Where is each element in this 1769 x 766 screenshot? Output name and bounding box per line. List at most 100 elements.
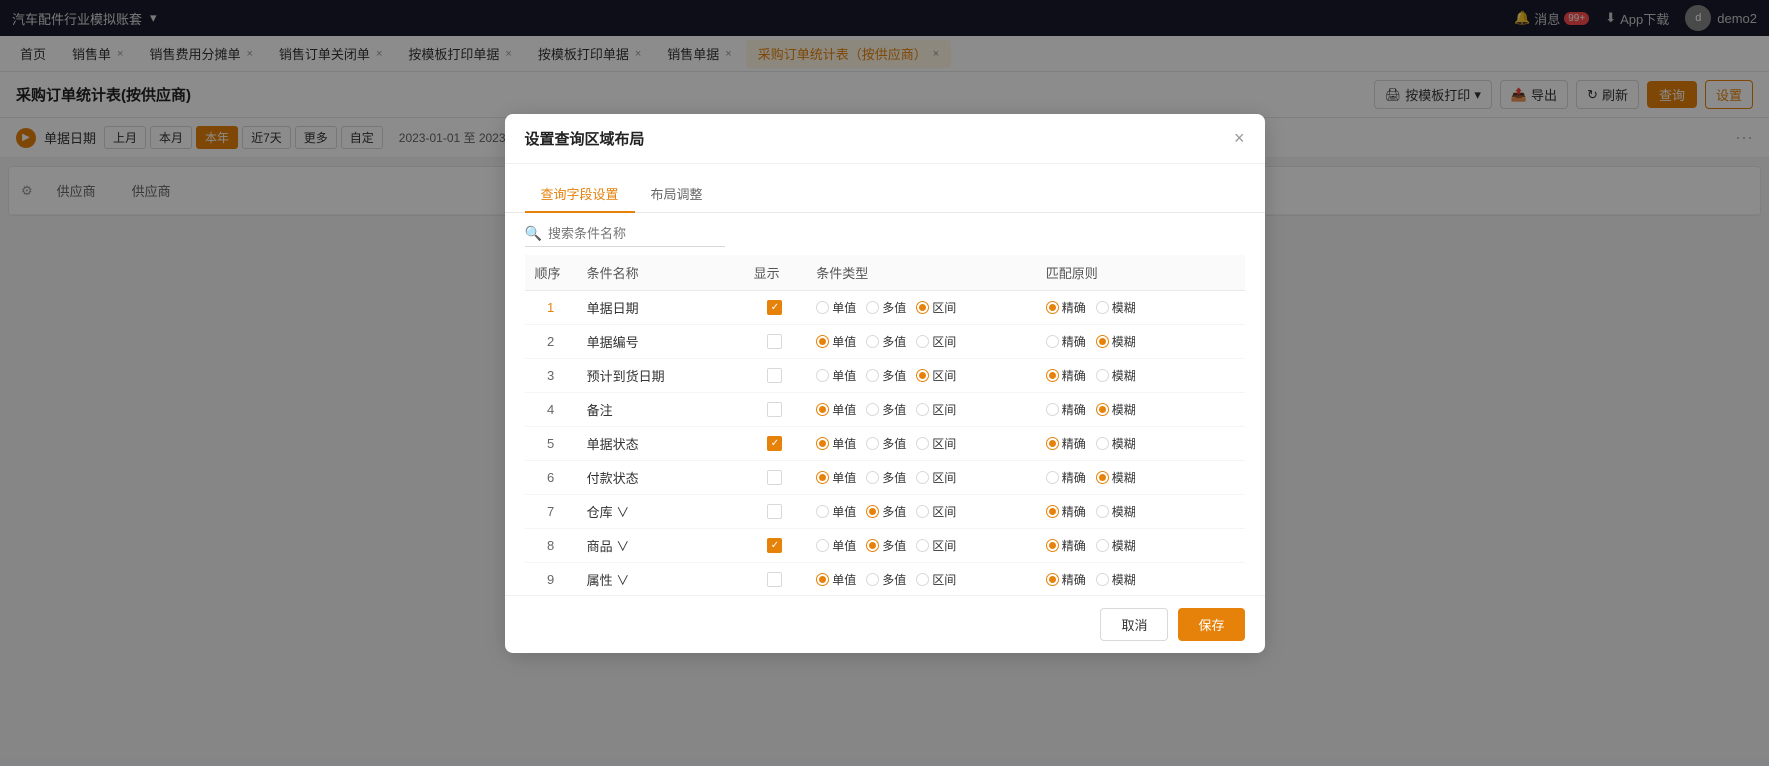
display-checkbox[interactable] (767, 504, 782, 519)
seq-cell: 1 (525, 290, 577, 324)
radio-circle (1046, 403, 1059, 416)
display-cell[interactable] (744, 358, 807, 392)
type-radio-item[interactable]: 多值 (866, 435, 906, 452)
display-checkbox[interactable]: ✓ (767, 436, 782, 451)
display-cell[interactable] (744, 494, 807, 528)
type-radio-item[interactable]: 单值 (816, 503, 856, 520)
match-cell: 精确模糊 (1036, 494, 1245, 528)
display-cell[interactable] (744, 324, 807, 358)
radio-circle (916, 539, 929, 552)
display-checkbox[interactable] (767, 334, 782, 349)
display-cell[interactable]: ✓ (744, 528, 807, 562)
display-checkbox[interactable] (767, 402, 782, 417)
radio-circle (1096, 301, 1109, 314)
type-radio-item[interactable]: 单值 (816, 333, 856, 350)
type-cell: 单值多值 区间 (806, 528, 1036, 562)
save-button[interactable]: 保存 (1178, 608, 1244, 641)
modal-search-area: 🔍 (505, 213, 1265, 255)
match-radio-item[interactable]: 模糊 (1096, 503, 1136, 520)
type-radio-item[interactable]: 多值 (866, 469, 906, 486)
type-radio-item[interactable]: 单值 (816, 537, 856, 554)
display-checkbox[interactable] (767, 470, 782, 485)
table-row: 9属性 ∨单值多值区间精确模糊 (525, 562, 1245, 595)
type-radio-item[interactable]: 单值 (816, 299, 856, 316)
modal-tab-layout[interactable]: 布局调整 (635, 176, 719, 213)
display-cell[interactable] (744, 562, 807, 595)
display-cell[interactable] (744, 392, 807, 426)
type-radio-item[interactable]: 区间 (916, 503, 956, 520)
type-radio-item[interactable]: 单值 (816, 367, 856, 384)
type-radio-item[interactable]: 区间 (916, 333, 956, 350)
match-radio-item[interactable]: 精确 (1046, 299, 1086, 316)
modal-tab-query-fields[interactable]: 查询字段设置 (525, 176, 635, 213)
radio-circle (1046, 573, 1059, 586)
display-checkbox[interactable]: ✓ (767, 300, 782, 315)
radio-circle (1046, 505, 1059, 518)
radio-circle (1046, 539, 1059, 552)
type-radio-item[interactable]: 单值 (816, 401, 856, 418)
cancel-button[interactable]: 取消 (1100, 608, 1168, 641)
radio-label: 区间 (932, 435, 956, 452)
modal-close-button[interactable]: × (1234, 129, 1245, 147)
radio-circle (1046, 335, 1059, 348)
type-radio-item[interactable]: 多值 (866, 401, 906, 418)
seq-cell: 8 (525, 528, 577, 562)
type-radio-item[interactable]: 区间 (916, 537, 956, 554)
radio-label: 精确 (1062, 401, 1086, 418)
display-cell[interactable] (744, 460, 807, 494)
match-radio-item[interactable]: 模糊 (1096, 537, 1136, 554)
radio-circle (916, 437, 929, 450)
display-checkbox[interactable] (767, 572, 782, 587)
type-radio-item[interactable]: 区间 (916, 367, 956, 384)
match-radio-item[interactable]: 精确 (1046, 367, 1086, 384)
search-input[interactable] (548, 226, 708, 241)
match-radio-item[interactable]: 模糊 (1096, 571, 1136, 588)
match-radio-item[interactable]: 模糊 (1096, 367, 1136, 384)
match-radio-item[interactable]: 精确 (1046, 435, 1086, 452)
type-radio-item[interactable]: 多值 (866, 333, 906, 350)
radio-label: 模糊 (1112, 367, 1136, 384)
match-radio-item[interactable]: 精确 (1046, 537, 1086, 554)
radio-label: 精确 (1062, 333, 1086, 350)
match-radio-item[interactable]: 模糊 (1096, 469, 1136, 486)
display-cell[interactable]: ✓ (744, 426, 807, 460)
display-checkbox[interactable] (767, 368, 782, 383)
radio-circle (866, 539, 879, 552)
radio-circle (916, 403, 929, 416)
seq-cell: 7 (525, 494, 577, 528)
match-radio-item[interactable]: 模糊 (1096, 299, 1136, 316)
type-radio-item[interactable]: 多值 (866, 537, 906, 554)
table-row: 4备注单值多值区间精确模糊 (525, 392, 1245, 426)
match-radio-item[interactable]: 模糊 (1096, 435, 1136, 452)
type-radio-item[interactable]: 单值 (816, 435, 856, 452)
type-radio-item[interactable]: 多值 (866, 571, 906, 588)
type-radio-item[interactable]: 单值 (816, 571, 856, 588)
display-checkbox[interactable]: ✓ (767, 538, 782, 553)
type-radio-item[interactable]: 区间 (916, 299, 956, 316)
match-radio-item[interactable]: 精确 (1046, 469, 1086, 486)
radio-label: 区间 (932, 333, 956, 350)
match-radio-item[interactable]: 模糊 (1096, 333, 1136, 350)
type-radio-item[interactable]: 单值 (816, 469, 856, 486)
type-radio-item[interactable]: 区间 (916, 571, 956, 588)
match-radio-item[interactable]: 精确 (1046, 503, 1086, 520)
table-row: 8商品 ∨✓单值多值区间精确模糊 (525, 528, 1245, 562)
radio-label: 区间 (932, 537, 956, 554)
radio-circle (816, 335, 829, 348)
radio-label: 多值 (882, 299, 906, 316)
type-radio-item[interactable]: 区间 (916, 401, 956, 418)
table-row: 7仓库 ∨单值多值区间精确模糊 (525, 494, 1245, 528)
match-radio-item[interactable]: 精确 (1046, 401, 1086, 418)
type-radio-item[interactable]: 区间 (916, 435, 956, 452)
match-radio-item[interactable]: 模糊 (1096, 401, 1136, 418)
type-radio-item[interactable]: 多值 (866, 503, 906, 520)
radio-label: 精确 (1062, 435, 1086, 452)
type-radio-item[interactable]: 区间 (916, 469, 956, 486)
type-radio-item[interactable]: 多值 (866, 367, 906, 384)
display-cell[interactable]: ✓ (744, 290, 807, 324)
match-radio-item[interactable]: 精确 (1046, 571, 1086, 588)
match-radio-item[interactable]: 精确 (1046, 333, 1086, 350)
name-cell: 备注 (577, 392, 744, 426)
type-radio-item[interactable]: 多值 (866, 299, 906, 316)
radio-label: 多值 (882, 503, 906, 520)
